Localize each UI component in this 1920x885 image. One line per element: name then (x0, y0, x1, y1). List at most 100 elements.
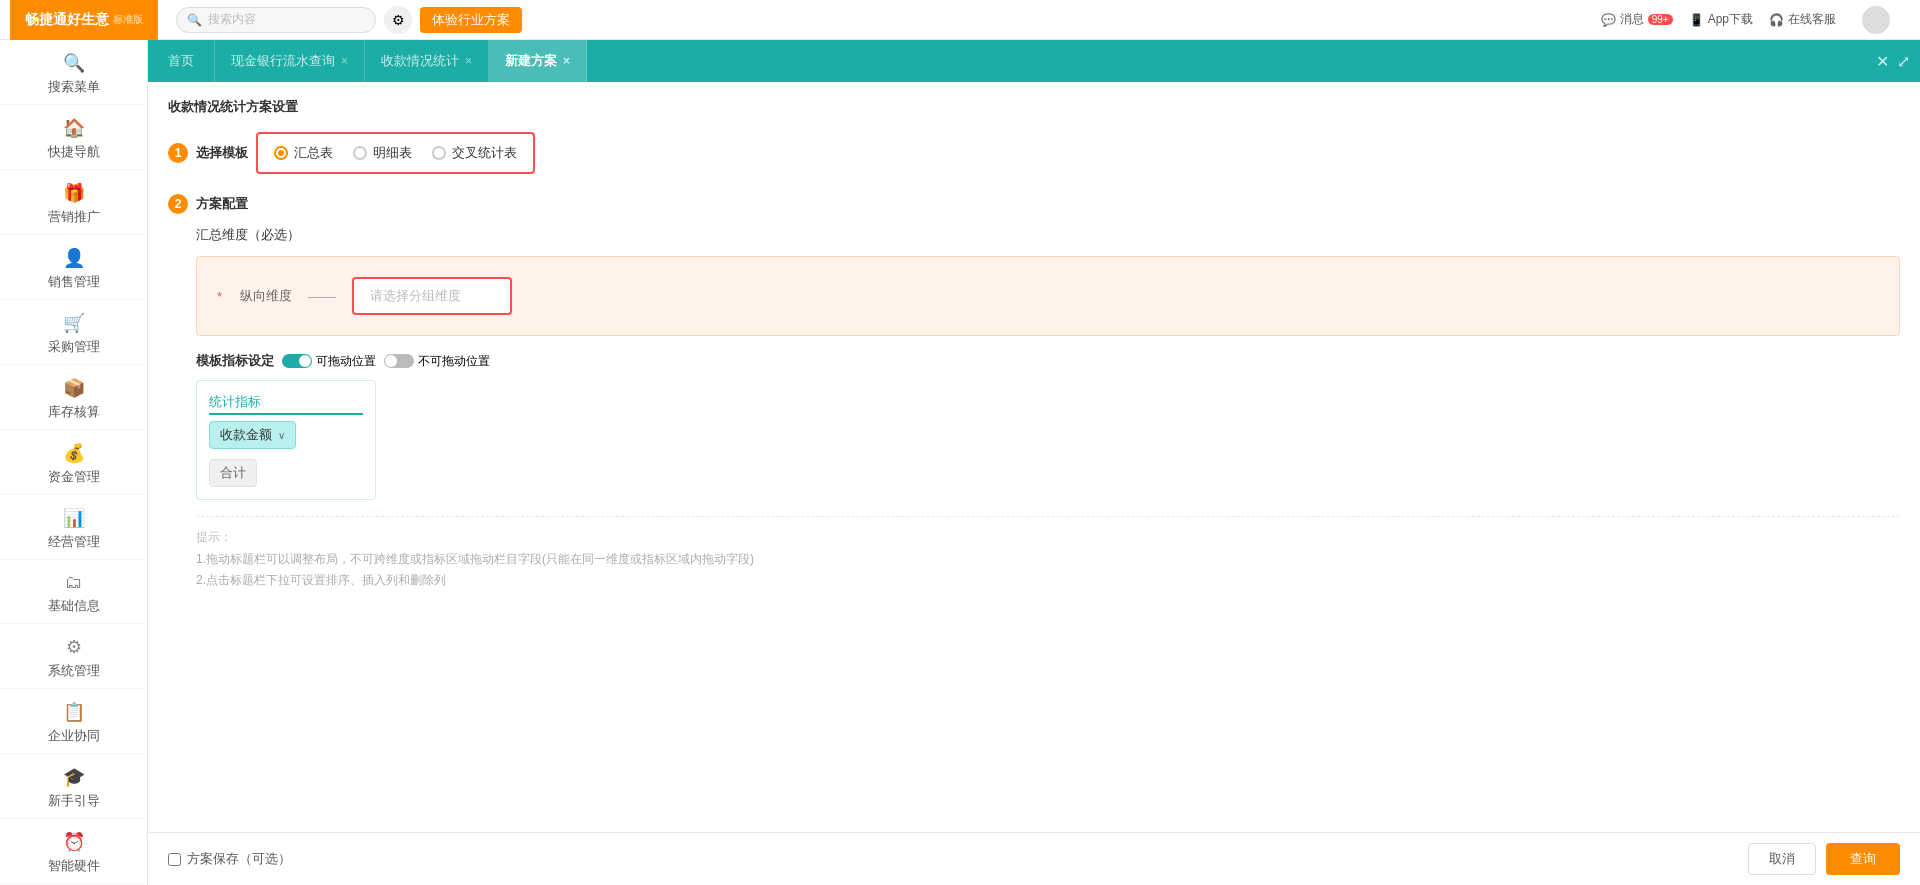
toggle-draggable[interactable] (282, 354, 312, 368)
gear-button[interactable]: ⚙ (384, 6, 412, 34)
tab-new-plan[interactable]: 新建方案 × (489, 40, 587, 82)
user-avatar[interactable] (1862, 6, 1890, 34)
sidebar-label-hardware: 智能硬件 (48, 857, 100, 875)
radio-cross[interactable]: 交叉统计表 (432, 144, 517, 162)
cart-icon: 🛒 (63, 312, 85, 334)
sidebar-label-inventory: 库存核算 (48, 403, 100, 421)
search-bar[interactable]: 🔍 搜索内容 (176, 7, 376, 33)
legend-fixed-label: 不可拖动位置 (418, 353, 490, 370)
dimension-title: 汇总维度（必选） (196, 226, 1900, 244)
tab-expand-icon[interactable]: ⤢ (1897, 52, 1910, 71)
sidebar-item-enterprise[interactable]: 📋 企业协同 (0, 689, 147, 754)
tab-collection-label: 收款情况统计 (381, 52, 459, 70)
required-star: * (217, 289, 222, 304)
sidebar-item-marketing[interactable]: 🎁 营销推广 (0, 170, 147, 235)
download-icon: 📱 (1689, 13, 1704, 27)
save-checkbox[interactable]: 方案保存（可选） (168, 850, 291, 868)
sidebar-item-system[interactable]: ⚙ 系统管理 (0, 624, 147, 689)
sidebar-item-inventory[interactable]: 📦 库存核算 (0, 365, 147, 430)
sidebar-item-nav[interactable]: 🏠 快捷导航 (0, 105, 147, 170)
sidebar-item-basic[interactable]: 🗂 基础信息 (0, 560, 147, 624)
sidebar-item-guide[interactable]: 🎓 新手引导 (0, 754, 147, 819)
bottom-actions: 取消 查询 (1748, 843, 1900, 875)
indicators-section: 模板指标设定 可拖动位置 不可拖动位置 (196, 352, 1900, 500)
sidebar-label-purchase: 采购管理 (48, 338, 100, 356)
service-item[interactable]: 🎧 在线客服 (1769, 11, 1836, 28)
tab-bar-end: ✕ ⤢ (1876, 52, 1920, 71)
download-label: App下载 (1708, 11, 1753, 28)
tab-close-icon[interactable]: ✕ (1876, 52, 1889, 71)
box-icon: 📦 (63, 377, 85, 399)
folder-icon: 🗂 (65, 572, 83, 593)
gift-icon: 🎁 (63, 182, 85, 204)
sidebar-item-finance[interactable]: 💰 资金管理 (0, 430, 147, 495)
clipboard-icon: 📋 (63, 701, 85, 723)
sidebar-label-enterprise: 企业协同 (48, 727, 100, 745)
indicators-title: 模板指标设定 (196, 352, 274, 370)
sidebar-item-sales[interactable]: 👤 销售管理 (0, 235, 147, 300)
indicator-static-total: 合计 (209, 459, 257, 487)
tab-home[interactable]: 首页 (148, 40, 215, 82)
sidebar-item-search[interactable]: 🔍 搜索菜单 (0, 40, 147, 105)
step2-content: 汇总维度（必选） * 纵向维度 —— 请选择分组维度 (168, 226, 1900, 602)
tab-bar: 首页 现金银行流水查询 × 收款情况统计 × 新建方案 × ✕ ⤢ (148, 40, 1920, 82)
step2-header: 2 方案配置 (168, 194, 1900, 214)
sidebar-label-nav: 快捷导航 (48, 143, 100, 161)
radio-summary-circle (274, 146, 288, 160)
sidebar-label-system: 系统管理 (48, 662, 100, 680)
dim-label: 纵向维度 (240, 287, 292, 305)
sidebar-label-operations: 经营管理 (48, 533, 100, 551)
tab-cashflow[interactable]: 现金银行流水查询 × (215, 40, 365, 82)
bottom-bar: 方案保存（可选） 取消 查询 (148, 832, 1920, 885)
chart-icon: 📊 (63, 507, 85, 529)
sidebar-item-hardware[interactable]: ⏰ 智能硬件 (0, 819, 147, 884)
tag-chevron-icon: ∨ (278, 430, 285, 441)
sidebar-label-basic: 基础信息 (48, 597, 100, 615)
sidebar-label-sales: 销售管理 (48, 273, 100, 291)
home-icon: 🏠 (63, 117, 85, 139)
tab-collection[interactable]: 收款情况统计 × (365, 40, 489, 82)
sidebar-label-guide: 新手引导 (48, 792, 100, 810)
radio-detail[interactable]: 明细表 (353, 144, 412, 162)
tab-home-label: 首页 (168, 52, 194, 70)
tab-cashflow-close[interactable]: × (341, 54, 348, 68)
dimension-area: * 纵向维度 —— 请选择分组维度 (196, 256, 1900, 336)
gear-icon: ⚙ (392, 12, 405, 28)
content-area: 首页 现金银行流水查询 × 收款情况统计 × 新建方案 × ✕ ⤢ 收款情况统计… (148, 40, 1920, 885)
cancel-button[interactable]: 取消 (1748, 843, 1816, 875)
toggle-fixed[interactable] (384, 354, 414, 368)
sidebar-item-operations[interactable]: 📊 经营管理 (0, 495, 147, 560)
message-item[interactable]: 💬 消息 99+ (1601, 11, 1673, 28)
sidebar: 🔍 搜索菜单 🏠 快捷导航 🎁 营销推广 👤 销售管理 🛒 采购管理 📦 库存核… (0, 40, 148, 885)
indicator-tag-label: 收款金额 (220, 426, 272, 444)
save-label: 方案保存（可选） (187, 850, 291, 868)
download-item[interactable]: 📱 App下载 (1689, 11, 1753, 28)
sidebar-item-purchase[interactable]: 🛒 采购管理 (0, 300, 147, 365)
tab-new-plan-close[interactable]: × (563, 54, 570, 68)
logo-text: 畅捷通好生意 (25, 11, 109, 29)
indicators-box: 统计指标 收款金额 ∨ 合计 (196, 380, 376, 500)
indicator-tag-amount[interactable]: 收款金额 ∨ (209, 421, 296, 449)
sidebar-label-finance: 资金管理 (48, 468, 100, 486)
radio-summary[interactable]: 汇总表 (274, 144, 333, 162)
tip-line-2: 2.点击标题栏下拉可设置排序、插入列和删除列 (196, 570, 1900, 592)
radio-detail-label: 明细表 (373, 144, 412, 162)
save-checkbox-input[interactable] (168, 853, 181, 866)
query-button[interactable]: 查询 (1826, 843, 1900, 875)
hardware-icon: ⏰ (63, 831, 85, 853)
tab-collection-close[interactable]: × (465, 54, 472, 68)
tip-line-1: 1.拖动标题栏可以调整布局，不可跨维度或指标区域拖动栏目字段(只能在同一维度或指… (196, 549, 1900, 571)
radio-cross-circle (432, 146, 446, 160)
search-icon: 🔍 (187, 13, 202, 27)
legend-fixed: 不可拖动位置 (384, 353, 490, 370)
step1-number: 1 (168, 143, 188, 163)
service-icon: 🎧 (1769, 13, 1784, 27)
user-icon: 👤 (63, 247, 85, 269)
dimension-select[interactable]: 请选择分组维度 (352, 277, 512, 315)
industry-button[interactable]: 体验行业方案 (420, 7, 522, 33)
dimension-row: * 纵向维度 —— 请选择分组维度 (217, 277, 1879, 315)
step1-header: 1 选择模板 汇总表 明细表 (168, 132, 1900, 174)
legend-draggable: 可拖动位置 (282, 353, 376, 370)
tips-section: 提示： 1.拖动标题栏可以调整布局，不可跨维度或指标区域拖动栏目字段(只能在同一… (196, 516, 1900, 602)
dim-arrow: —— (308, 288, 336, 304)
